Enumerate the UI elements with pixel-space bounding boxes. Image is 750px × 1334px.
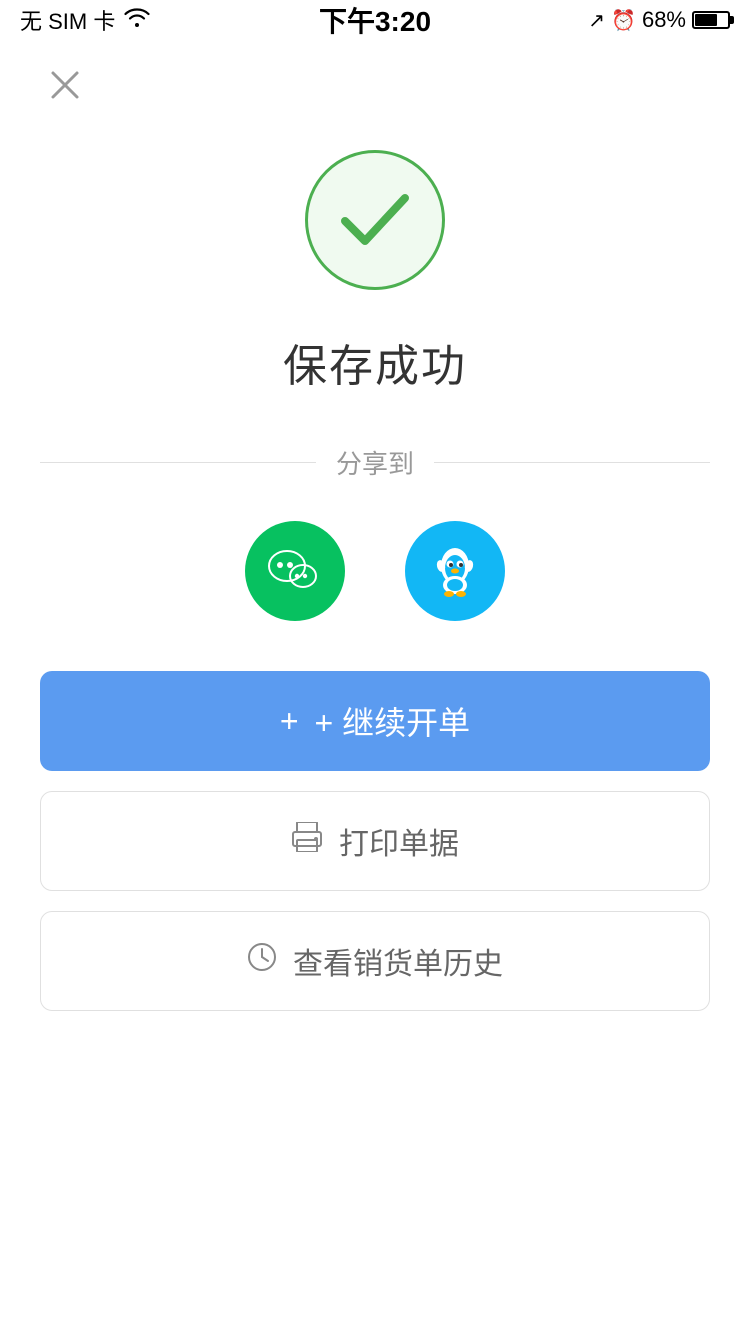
location-icon: ↗ [588,8,605,33]
qq-icon [426,542,484,600]
wechat-icon [266,546,324,596]
success-circle [305,150,445,290]
main-content: 保存成功 分享到 [0,40,750,1031]
printer-icon [291,822,323,860]
history-label: 查看销货单历史 [293,939,503,983]
plus-icon: + [280,703,299,740]
divider-right [434,462,710,463]
sim-status: 无 SIM 卡 [20,4,115,36]
share-section: 分享到 [40,444,710,621]
alarm-icon: ⏰ [611,8,636,33]
divider-left [40,462,316,463]
battery-percent: 68% [642,7,686,33]
qq-share-button[interactable] [405,521,505,621]
battery-fill [695,14,717,26]
clock-icon [247,942,277,980]
battery-bar [692,11,730,29]
wechat-share-button[interactable] [245,521,345,621]
success-title: 保存成功 [283,330,467,394]
share-label: 分享到 [336,444,414,481]
action-buttons: + + 继续开单 打印单据 查看销货单 [40,671,710,1011]
success-section: 保存成功 [40,150,710,394]
status-bar: 无 SIM 卡 下午3:20 ↗ ⏰ 68% [0,0,750,40]
close-button[interactable] [40,60,90,110]
share-divider: 分享到 [40,444,710,481]
continue-button[interactable]: + + 继续开单 [40,671,710,771]
share-icons [40,521,710,621]
history-button[interactable]: 查看销货单历史 [40,911,710,1011]
checkmark-icon [340,193,410,248]
continue-label: + 继续开单 [315,698,471,744]
print-label: 打印单据 [339,819,459,863]
wifi-icon [123,7,151,33]
print-button[interactable]: 打印单据 [40,791,710,891]
status-right: ↗ ⏰ 68% [588,7,730,33]
status-left: 无 SIM 卡 [20,4,151,36]
status-time: 下午3:20 [319,0,431,40]
